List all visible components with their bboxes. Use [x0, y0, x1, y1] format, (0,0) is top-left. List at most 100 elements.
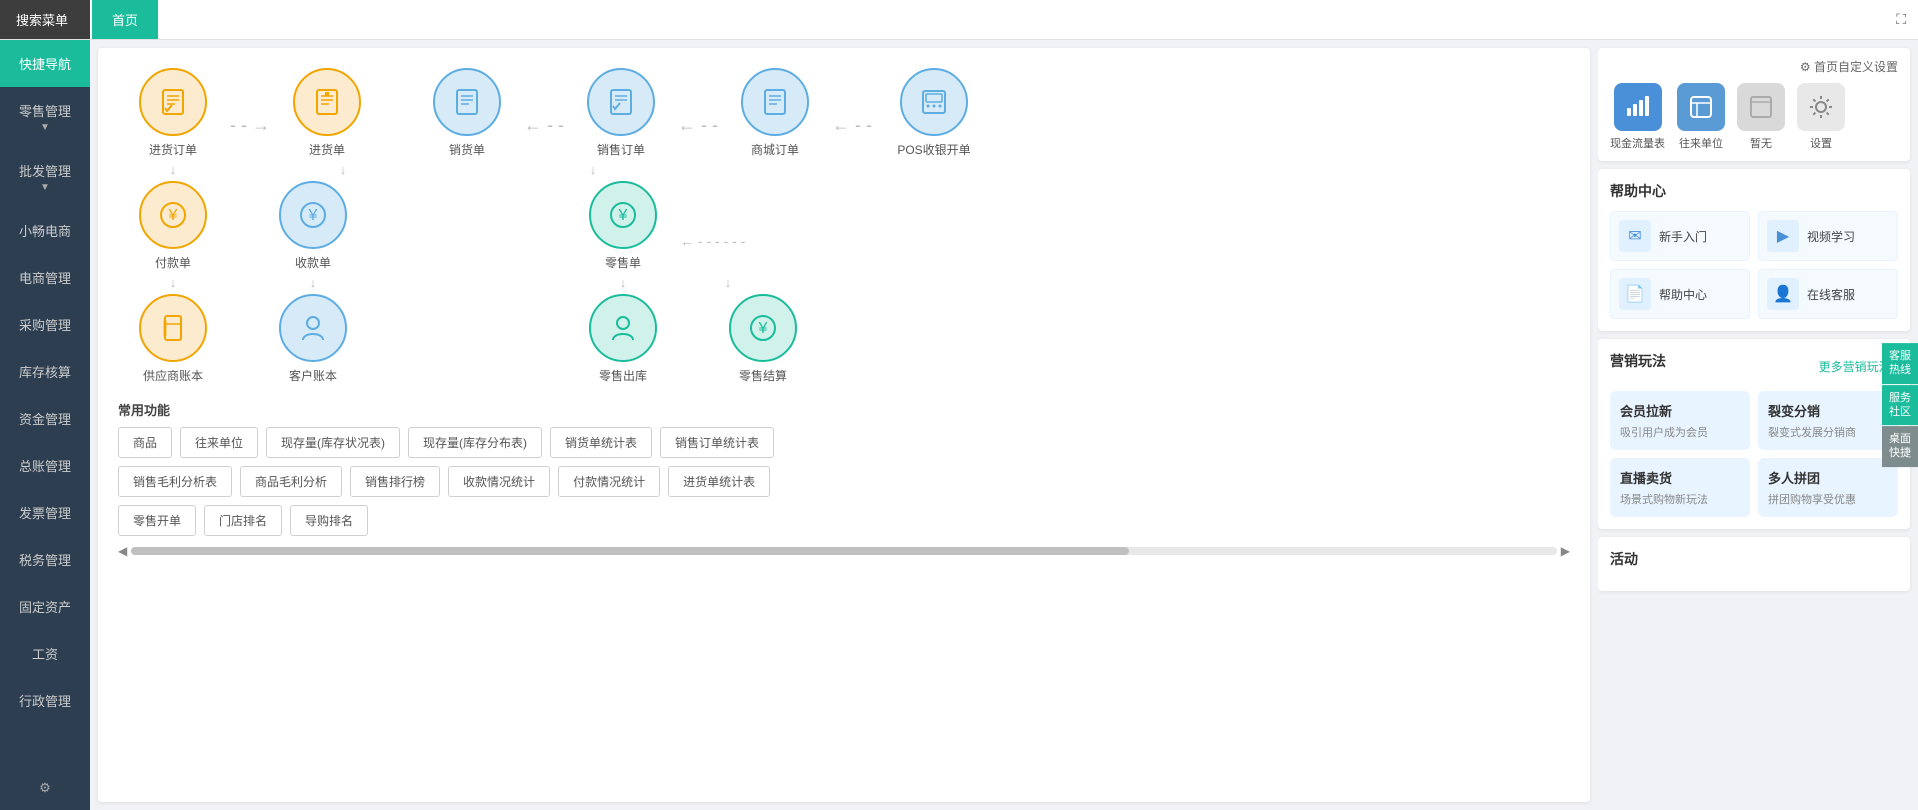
scroll-bar[interactable]: ◀ ▶ [118, 544, 1570, 558]
func-btn-goods[interactable]: 商品 [118, 427, 172, 458]
activity-section: 活动 [1598, 537, 1910, 591]
arrow-2: ← - - [524, 115, 564, 158]
partners-icon [1677, 83, 1725, 131]
marketing-section: 营销玩法 更多营销玩法 › 会员拉新 吸引用户成为会员 裂变分销 裂变式发展分销… [1598, 339, 1910, 529]
sidebar-item-quicknav[interactable]: 快捷导航 [0, 40, 90, 87]
sidebar-item-invoice[interactable]: 发票管理 [0, 489, 90, 536]
nav-icon-none[interactable]: 暂无 [1737, 83, 1785, 151]
quick-nav-section: ⚙ 首页自定义设置 现金流量表 往 [1598, 48, 1910, 161]
func-btn-store-rank[interactable]: 门店排名 [204, 505, 282, 536]
none-icon [1737, 83, 1785, 131]
marketing-item-fission[interactable]: 裂变分销 裂变式发展分销商 [1758, 391, 1898, 450]
func-btn-guide-rank[interactable]: 导购排名 [290, 505, 368, 536]
float-btn-desktop[interactable]: 桌面快捷 [1882, 426, 1918, 467]
help-item-service[interactable]: 👤 在线客服 [1758, 269, 1898, 319]
sidebar-item-ecom1[interactable]: 小畅电商 [0, 207, 90, 254]
help-item-beginner[interactable]: ✉ 新手入门 [1610, 211, 1750, 261]
node-retail-settlement[interactable]: ¥ [729, 294, 797, 362]
sidebar-item-retail[interactable]: 零售管理 ▼ [0, 87, 90, 147]
node-receipt[interactable]: ¥ [279, 181, 347, 249]
sidebar-item-funds[interactable]: 资金管理 [0, 395, 90, 442]
float-btn-community[interactable]: 服务社区 [1882, 385, 1918, 426]
func-btn-payment-stat[interactable]: 付款情况统计 [558, 466, 660, 497]
cashflow-icon [1614, 83, 1662, 131]
arrow-5: ← - - - - - - [680, 233, 745, 271]
func-row-1: 商品 往来单位 现存量(库存状况表) 现存量(库存分布表) 销货单统计表 销售订… [118, 427, 1570, 458]
help-item-video[interactable]: ▶ 视频学习 [1758, 211, 1898, 261]
tab-home[interactable]: 首页 [92, 0, 158, 39]
down-arrow-1: ↓ [118, 162, 228, 177]
gear-icon[interactable]: ⚙ [0, 766, 90, 810]
node-sales-bill[interactable] [433, 68, 501, 136]
func-btn-order-stat[interactable]: 销售订单统计表 [660, 427, 774, 458]
down-arrow-5: ↓ [258, 275, 368, 290]
func-btn-profit1[interactable]: 销售毛利分析表 [118, 466, 232, 497]
nav-icon-settings[interactable]: 设置 [1797, 83, 1845, 151]
help-icon: 📄 [1619, 278, 1651, 310]
marketing-grid: 会员拉新 吸引用户成为会员 裂变分销 裂变式发展分销商 直播卖货 场景式购物新玩… [1610, 391, 1898, 517]
down-arrow-6: ↓ [568, 275, 678, 290]
node-retail-outbound[interactable] [589, 294, 657, 362]
video-icon: ▶ [1767, 220, 1799, 252]
sidebar-item-wholesale[interactable]: 批发管理 ▼ [0, 147, 90, 207]
arrow-4: ← - - [832, 115, 872, 158]
node-retail-bill[interactable]: ¥ [589, 181, 657, 249]
right-panel: ⚙ 首页自定义设置 现金流量表 往 [1598, 40, 1918, 810]
node-customer-ledger[interactable] [279, 294, 347, 362]
nav-icon-cashflow[interactable]: 现金流量表 [1610, 83, 1665, 151]
node-payment[interactable]: ¥ [139, 181, 207, 249]
svg-text:¥: ¥ [758, 320, 768, 337]
func-row-2: 销售毛利分析表 商品毛利分析 销售排行榜 收款情况统计 付款情况统计 进货单统计… [118, 466, 1570, 497]
flowchart-panel: 进货订单 - - → 进货单 [98, 48, 1590, 802]
sidebar-item-ecom2[interactable]: 电商管理 [0, 254, 90, 301]
node-purchase-order[interactable] [139, 68, 207, 136]
func-btn-stock2[interactable]: 现存量(库存分布表) [408, 427, 542, 458]
down-arrow-7: ↓ [678, 275, 778, 290]
scroll-track[interactable] [131, 547, 1557, 555]
float-btn-service[interactable]: 客服热线 [1882, 343, 1918, 384]
func-btn-purchase-stat[interactable]: 进货单统计表 [668, 466, 770, 497]
sidebar-item-purchase[interactable]: 采购管理 [0, 301, 90, 348]
node-sales-order[interactable] [587, 68, 655, 136]
func-btn-receipt-stat[interactable]: 收款情况统计 [448, 466, 550, 497]
activity-title: 活动 [1610, 549, 1898, 569]
nav-icon-partners[interactable]: 往来单位 [1677, 83, 1725, 151]
help-grid: ✉ 新手入门 ▶ 视频学习 📄 帮助中心 👤 [1610, 211, 1898, 319]
sidebar-item-admin[interactable]: 行政管理 [0, 677, 90, 724]
svg-text:¥: ¥ [308, 207, 318, 224]
expand-icon[interactable]: ⛶ [1896, 11, 1918, 28]
func-btn-rank[interactable]: 销售排行榜 [350, 466, 440, 497]
marketing-item-group[interactable]: 多人拼团 拼团购物享受优惠 [1758, 458, 1898, 517]
node-purchase-bill[interactable] [293, 68, 361, 136]
func-btn-retail-order[interactable]: 零售开单 [118, 505, 196, 536]
node-supplier-ledger[interactable] [139, 294, 207, 362]
svg-text:¥: ¥ [618, 207, 628, 224]
node-pos[interactable] [900, 68, 968, 136]
sidebar-item-salary[interactable]: 工资 [0, 630, 90, 677]
sidebar-item-tax[interactable]: 税务管理 [0, 536, 90, 583]
func-btn-partners[interactable]: 往来单位 [180, 427, 258, 458]
down-arrow-3: ↓ [538, 162, 648, 177]
svg-text:¥: ¥ [168, 207, 178, 224]
scroll-left[interactable]: ◀ [118, 544, 127, 558]
sidebar-item-assets[interactable]: 固定资产 [0, 583, 90, 630]
help-item-help[interactable]: 📄 帮助中心 [1610, 269, 1750, 319]
marketing-item-member[interactable]: 会员拉新 吸引用户成为会员 [1610, 391, 1750, 450]
func-btn-stock1[interactable]: 现存量(库存状况表) [266, 427, 400, 458]
search-menu[interactable]: 搜索菜单 [0, 0, 90, 39]
func-btn-sales-stat[interactable]: 销货单统计表 [550, 427, 652, 458]
arrow-3: ← - - [678, 115, 718, 158]
arrow-1: - - → [230, 115, 270, 158]
common-functions: 常用功能 商品 往来单位 现存量(库存状况表) 现存量(库存分布表) 销货单统计… [118, 400, 1570, 536]
func-btn-profit2[interactable]: 商品毛利分析 [240, 466, 342, 497]
scroll-right[interactable]: ▶ [1561, 544, 1570, 558]
quicknav-settings[interactable]: ⚙ 首页自定义设置 [1610, 58, 1898, 75]
node-mall-order[interactable] [741, 68, 809, 136]
func-row-3: 零售开单 门店排名 导购排名 [118, 505, 1570, 536]
sidebar-item-inventory[interactable]: 库存核算 [0, 348, 90, 395]
sidebar-item-ledger[interactable]: 总账管理 [0, 442, 90, 489]
marketing-item-live[interactable]: 直播卖货 场景式购物新玩法 [1610, 458, 1750, 517]
down-arrow-2: ↓ [288, 162, 398, 177]
marketing-title: 营销玩法 [1610, 351, 1666, 371]
down-arrow-4: ↓ [118, 275, 228, 290]
